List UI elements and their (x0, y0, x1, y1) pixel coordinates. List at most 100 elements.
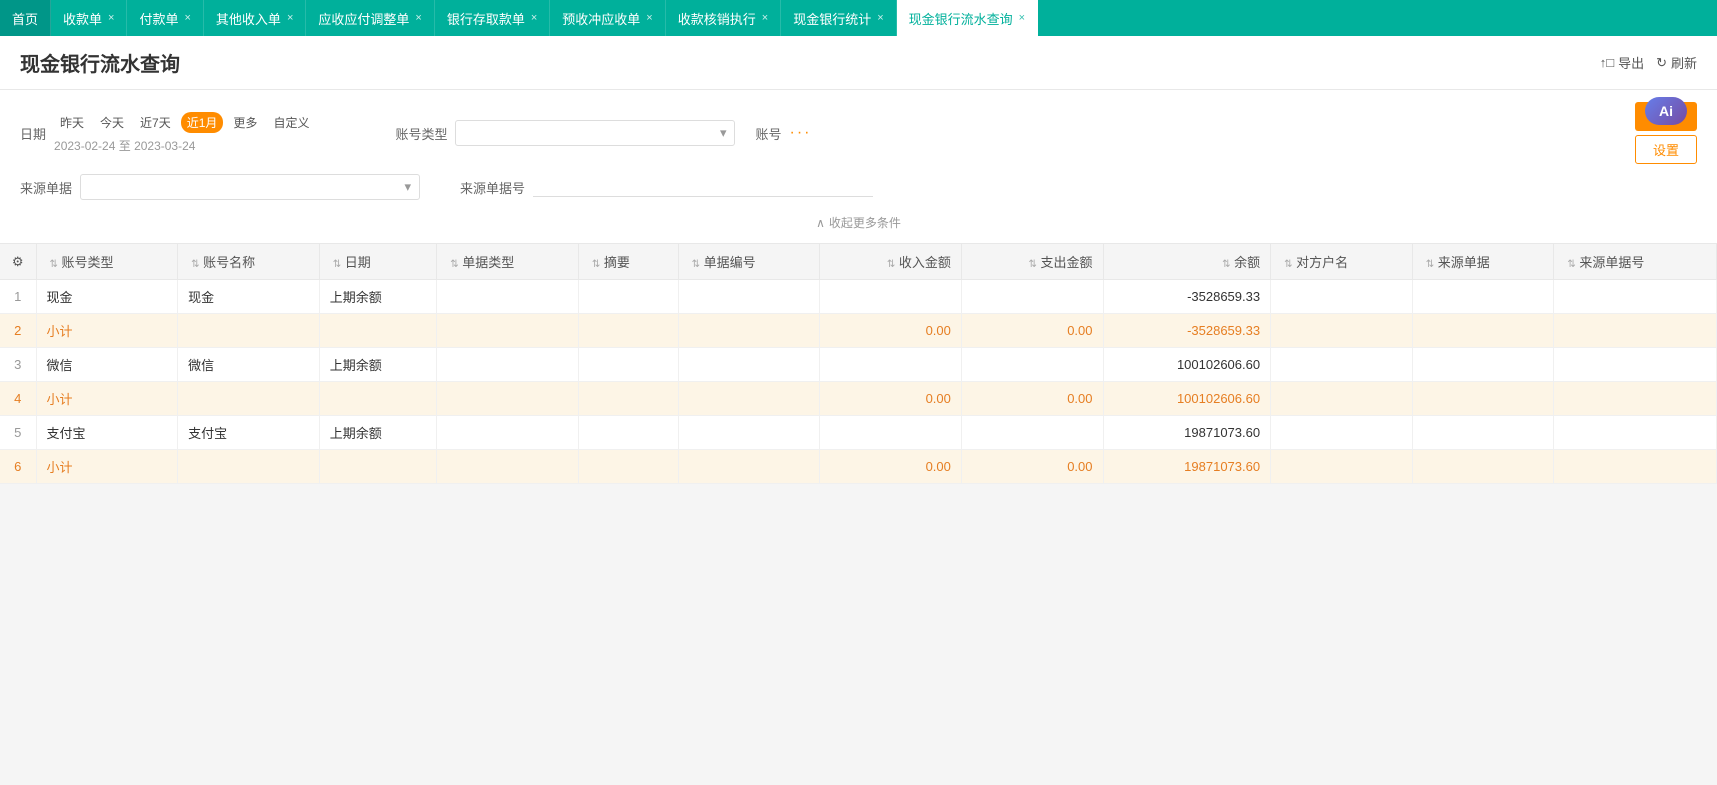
data-row[interactable]: 1现金现金上期余额-3528659.33 (0, 280, 1717, 314)
doc-type-cell (437, 348, 579, 382)
col-header-income[interactable]: ⇅ 收入金额 (820, 244, 962, 280)
nav-tab-receipts[interactable]: 收款单 × (51, 0, 127, 36)
subtotal-row[interactable]: 6小计0.000.0019871073.60 (0, 450, 1717, 484)
data-table: ⚙ ⇅ 账号类型 ⇅ 账号名称 ⇅ 日期 ⇅ 单据类型 (0, 244, 1717, 484)
data-row[interactable]: 5支付宝支付宝上期余额19871073.60 (0, 416, 1717, 450)
nav-tab-cash-bank-flow-label: 现金银行流水查询 (909, 9, 1013, 28)
close-icon[interactable]: × (184, 12, 190, 24)
col-header-account-name[interactable]: ⇅ 账号名称 (178, 244, 320, 280)
nav-tab-ar-ap-adjust[interactable]: 应收应付调整单 × (306, 0, 434, 36)
subtotal-row[interactable]: 4小计0.000.00100102606.60 (0, 382, 1717, 416)
date-cell (319, 382, 436, 416)
shortcut-custom[interactable]: 自定义 (267, 112, 315, 133)
seq-cell: 3 (0, 348, 36, 382)
nav-tab-advance-offset-label: 预收冲应收单 (562, 9, 640, 28)
close-icon[interactable]: × (415, 12, 421, 24)
col-header-balance[interactable]: ⇅ 余额 (1103, 244, 1271, 280)
source-doc-label: 来源单据 (20, 178, 72, 197)
summary-cell (578, 416, 678, 450)
date-filter-col: 昨天 今天 近7天 近1月 更多 自定义 2023-02-24 至 2023-0… (54, 112, 315, 154)
doc-no-cell (678, 314, 820, 348)
nav-tab-advance-offset[interactable]: 预收冲应收单 × (550, 0, 665, 36)
col-header-account-type[interactable]: ⇅ 账号类型 (36, 244, 178, 280)
seq-cell: 5 (0, 416, 36, 450)
income-cell (820, 348, 962, 382)
collapse-bar[interactable]: ∧ 收起更多条件 (20, 210, 1697, 231)
shortcut-7days[interactable]: 近7天 (134, 112, 177, 133)
nav-tab-bank-deposit-label: 银行存取款单 (447, 9, 525, 28)
account-type-cell: 现金 (36, 280, 178, 314)
sort-icon: ⇅ (1028, 259, 1036, 270)
shortcut-today[interactable]: 今天 (94, 112, 130, 133)
nav-tab-cash-bank-flow[interactable]: 现金银行流水查询 × (897, 0, 1038, 36)
summary-cell (578, 280, 678, 314)
sort-icon: ⇅ (692, 259, 700, 270)
close-icon[interactable]: × (877, 12, 883, 24)
nav-tab-bank-deposit[interactable]: 银行存取款单 × (435, 0, 550, 36)
expense-cell (961, 280, 1103, 314)
filter-area: 日期 昨天 今天 近7天 近1月 更多 自定义 2023-02-24 至 202… (0, 90, 1717, 244)
shortcut-1month[interactable]: 近1月 (181, 112, 224, 133)
account-name-cell (178, 314, 320, 348)
sort-icon: ⇅ (333, 259, 341, 270)
nav-tab-payments[interactable]: 付款单 × (127, 0, 203, 36)
date-cell: 上期余额 (319, 416, 436, 450)
date-cell (319, 314, 436, 348)
sort-icon: ⇅ (592, 259, 600, 270)
col-header-doc-type[interactable]: ⇅ 单据类型 (437, 244, 579, 280)
doc-no-cell (678, 416, 820, 450)
subtotal-row[interactable]: 2小计0.000.00-3528659.33 (0, 314, 1717, 348)
shortcut-yesterday[interactable]: 昨天 (54, 112, 90, 133)
account-type-cell: 小计 (36, 450, 178, 484)
nav-tab-home-label: 首页 (12, 9, 38, 28)
account-type-cell: 支付宝 (36, 416, 178, 450)
shortcut-more[interactable]: 更多 (227, 112, 263, 133)
summary-cell (578, 382, 678, 416)
ai-badge[interactable]: Ai (1645, 97, 1687, 125)
balance-cell: -3528659.33 (1103, 280, 1271, 314)
export-button[interactable]: ↑□ 导出 (1600, 53, 1644, 72)
account-type-select[interactable]: ▾ (455, 120, 735, 146)
refresh-button[interactable]: ↻ 刷新 (1656, 53, 1697, 72)
income-cell: 0.00 (820, 450, 962, 484)
setting-button[interactable]: 设置 (1635, 135, 1697, 164)
doc-no-cell (678, 348, 820, 382)
seq-cell: 1 (0, 280, 36, 314)
col-header-date[interactable]: ⇅ 日期 (319, 244, 436, 280)
col-header-source-doc-no[interactable]: ⇅ 来源单据号 (1554, 244, 1717, 280)
close-icon[interactable]: × (646, 12, 652, 24)
account-dots-button[interactable]: ··· (789, 124, 811, 142)
col-header-doc-no[interactable]: ⇅ 单据编号 (678, 244, 820, 280)
sort-icon: ⇅ (450, 259, 458, 270)
col-header-source-doc[interactable]: ⇅ 来源单据 (1412, 244, 1554, 280)
col-header-summary[interactable]: ⇅ 摘要 (578, 244, 678, 280)
doc-type-cell (437, 382, 579, 416)
col-header-expense[interactable]: ⇅ 支出金额 (961, 244, 1103, 280)
table-body: 1现金现金上期余额-3528659.332小计0.000.00-3528659.… (0, 280, 1717, 484)
source-doc-no-input[interactable] (533, 177, 873, 197)
data-row[interactable]: 3微信微信上期余额100102606.60 (0, 348, 1717, 382)
income-cell: 0.00 (820, 382, 962, 416)
ai-label: Ai (1659, 103, 1673, 119)
close-icon[interactable]: × (287, 12, 293, 24)
income-cell (820, 416, 962, 450)
close-icon[interactable]: × (1019, 12, 1025, 24)
settings-col-header[interactable]: ⚙ (0, 244, 36, 280)
chevron-down-icon: ▾ (720, 125, 727, 141)
counterparty-cell (1271, 314, 1413, 348)
close-icon[interactable]: × (762, 12, 768, 24)
page-header: 现金银行流水查询 ↑□ 导出 ↻ 刷新 (0, 36, 1717, 90)
counterparty-cell (1271, 280, 1413, 314)
filter-row-1: 日期 昨天 今天 近7天 近1月 更多 自定义 2023-02-24 至 202… (20, 102, 1697, 164)
source-doc-select[interactable]: ▾ (80, 174, 420, 200)
col-header-counterparty[interactable]: ⇅ 对方户名 (1271, 244, 1413, 280)
nav-tab-collection-exec[interactable]: 收款核销执行 × (666, 0, 781, 36)
source-doc-no-filter: 来源单据号 (460, 177, 873, 197)
nav-tab-other-income[interactable]: 其他收入单 × (204, 0, 306, 36)
nav-tab-home[interactable]: 首页 (0, 0, 51, 36)
counterparty-cell (1271, 450, 1413, 484)
nav-tab-cash-bank-stat[interactable]: 现金银行统计 × (781, 0, 896, 36)
close-icon[interactable]: × (531, 12, 537, 24)
doc-no-cell (678, 382, 820, 416)
close-icon[interactable]: × (108, 12, 114, 24)
